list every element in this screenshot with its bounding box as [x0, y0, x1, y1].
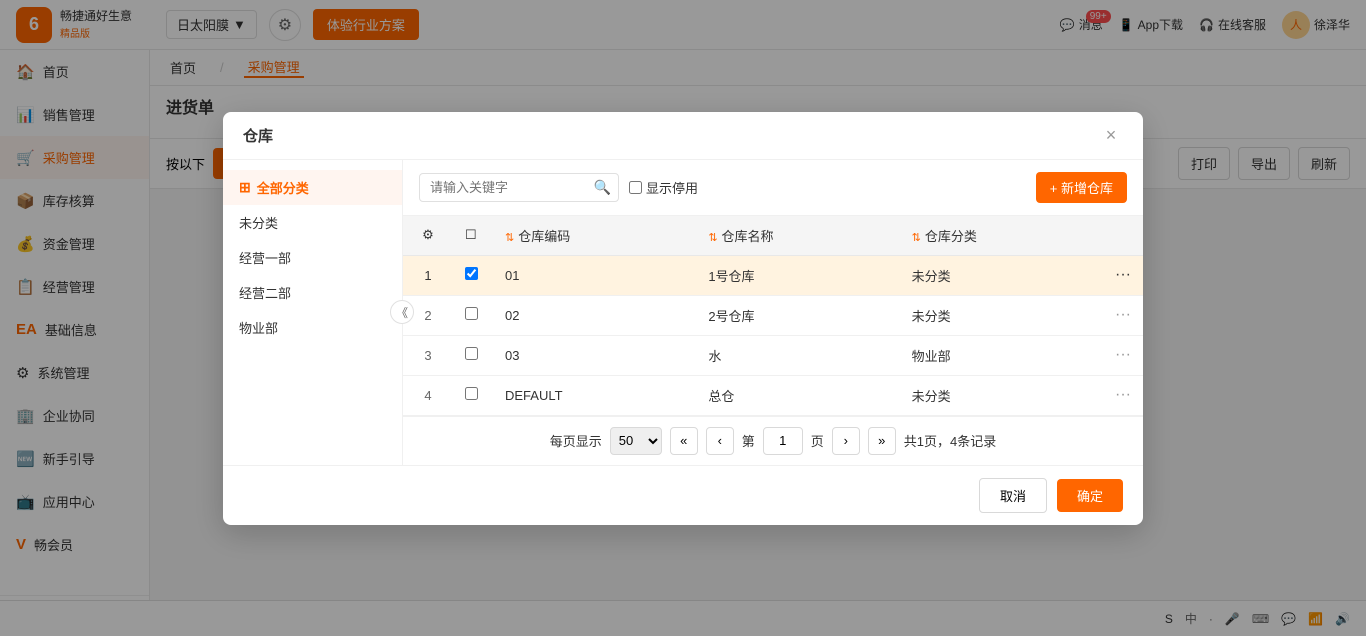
page-end-label: 页 [811, 431, 824, 450]
row-category: 未分类 [900, 295, 1103, 335]
search-input[interactable] [419, 173, 619, 202]
table-row[interactable]: 4 DEFAULT 总仓 未分类 ··· [403, 375, 1143, 415]
category-property[interactable]: 物业部 [223, 310, 402, 345]
warehouse-modal: 仓库 × 《 ⊞ 全部分类 未分类 经营一部 [223, 112, 1143, 525]
row-category: 未分类 [900, 375, 1103, 415]
next-page-button[interactable]: › [832, 427, 860, 455]
modal-header: 仓库 × [223, 112, 1143, 160]
category-uncategorized[interactable]: 未分类 [223, 205, 402, 240]
row-name: 总仓 [696, 375, 899, 415]
modal-action-footer: 取消 确定 [223, 465, 1143, 525]
category-label: 物业部 [239, 318, 278, 337]
category-label: 未分类 [239, 213, 278, 232]
add-warehouse-button[interactable]: + 新增仓库 [1036, 172, 1127, 203]
show-disabled-checkbox[interactable] [629, 181, 642, 194]
warehouse-table: ⚙ ☐ ⇅仓库编码 ⇅仓库名称 ⇅仓库分类 [403, 216, 1143, 416]
sort-icon: ⇅ [505, 232, 514, 244]
row-checkbox[interactable] [453, 295, 493, 335]
page-input[interactable] [763, 427, 803, 455]
prev-page-button[interactable]: ‹ [706, 427, 734, 455]
row-num: 4 [403, 375, 453, 415]
right-panel: 🔍 显示停用 + 新增仓库 ⚙ ☐ [403, 160, 1143, 465]
table-row[interactable]: 3 03 水 物业部 ··· [403, 335, 1143, 375]
th-settings: ⚙ [403, 216, 453, 256]
row-checkbox[interactable] [453, 255, 493, 295]
collapse-button[interactable]: 《 [390, 300, 414, 324]
modal-body: 《 ⊞ 全部分类 未分类 经营一部 经营二部 物业部 [223, 160, 1143, 465]
row-name: 水 [696, 335, 899, 375]
total-label: 共1页，4条记录 [904, 431, 996, 450]
per-page-label: 每页显示 [550, 431, 602, 450]
left-panel: 《 ⊞ 全部分类 未分类 经营一部 经营二部 物业部 [223, 160, 403, 465]
sort-icon: ⇅ [912, 232, 921, 244]
row-actions[interactable]: ··· [1103, 295, 1143, 335]
category-all[interactable]: ⊞ 全部分类 [223, 170, 402, 205]
row-code: 03 [493, 335, 696, 375]
th-checkbox: ☐ [453, 216, 493, 256]
category-label: 经营一部 [239, 248, 291, 267]
pagination: 每页显示 50 100 200 « ‹ 第 页 › » 共1页，4条记录 [403, 416, 1143, 465]
th-category: ⇅仓库分类 [900, 216, 1103, 256]
collapse-icon: 《 [396, 304, 408, 321]
cancel-button[interactable]: 取消 [979, 478, 1047, 513]
row-code: 01 [493, 255, 696, 295]
row-name: 2号仓库 [696, 295, 899, 335]
per-page-select[interactable]: 50 100 200 [610, 427, 662, 455]
modal-overlay: 仓库 × 《 ⊞ 全部分类 未分类 经营一部 [0, 0, 1366, 636]
row-category: 物业部 [900, 335, 1103, 375]
row-checkbox[interactable] [453, 335, 493, 375]
first-page-button[interactable]: « [670, 427, 698, 455]
category-label: 经营二部 [239, 283, 291, 302]
row-num: 1 [403, 255, 453, 295]
row-code: 02 [493, 295, 696, 335]
search-wrap: 🔍 [419, 173, 619, 202]
modal-title: 仓库 [243, 125, 273, 146]
last-page-button[interactable]: » [868, 427, 896, 455]
row-checkbox[interactable] [453, 375, 493, 415]
category-label: 全部分类 [257, 178, 309, 197]
table-row[interactable]: 1 01 1号仓库 未分类 ··· [403, 255, 1143, 295]
grid-icon: ⊞ [239, 179, 251, 196]
row-code: DEFAULT [493, 375, 696, 415]
show-disabled-label: 显示停用 [646, 178, 698, 197]
th-actions [1103, 216, 1143, 256]
category-op2[interactable]: 经营二部 [223, 275, 402, 310]
sort-icon: ⇅ [708, 232, 717, 244]
show-disabled-wrap: 显示停用 [629, 178, 698, 197]
search-icon: 🔍 [594, 179, 611, 196]
page-label: 第 [742, 431, 755, 450]
th-name: ⇅仓库名称 [696, 216, 899, 256]
row-name: 1号仓库 [696, 255, 899, 295]
row-actions[interactable]: ··· [1103, 335, 1143, 375]
category-op1[interactable]: 经营一部 [223, 240, 402, 275]
confirm-button[interactable]: 确定 [1057, 479, 1123, 512]
row-num: 3 [403, 335, 453, 375]
row-actions[interactable]: ··· [1103, 375, 1143, 415]
table-row[interactable]: 2 02 2号仓库 未分类 ··· [403, 295, 1143, 335]
row-actions[interactable]: ··· [1103, 255, 1143, 295]
th-code: ⇅仓库编码 [493, 216, 696, 256]
modal-toolbar: 🔍 显示停用 + 新增仓库 [403, 160, 1143, 216]
row-category: 未分类 [900, 255, 1103, 295]
modal-close-button[interactable]: × [1099, 123, 1123, 147]
table-header-row: ⚙ ☐ ⇅仓库编码 ⇅仓库名称 ⇅仓库分类 [403, 216, 1143, 256]
